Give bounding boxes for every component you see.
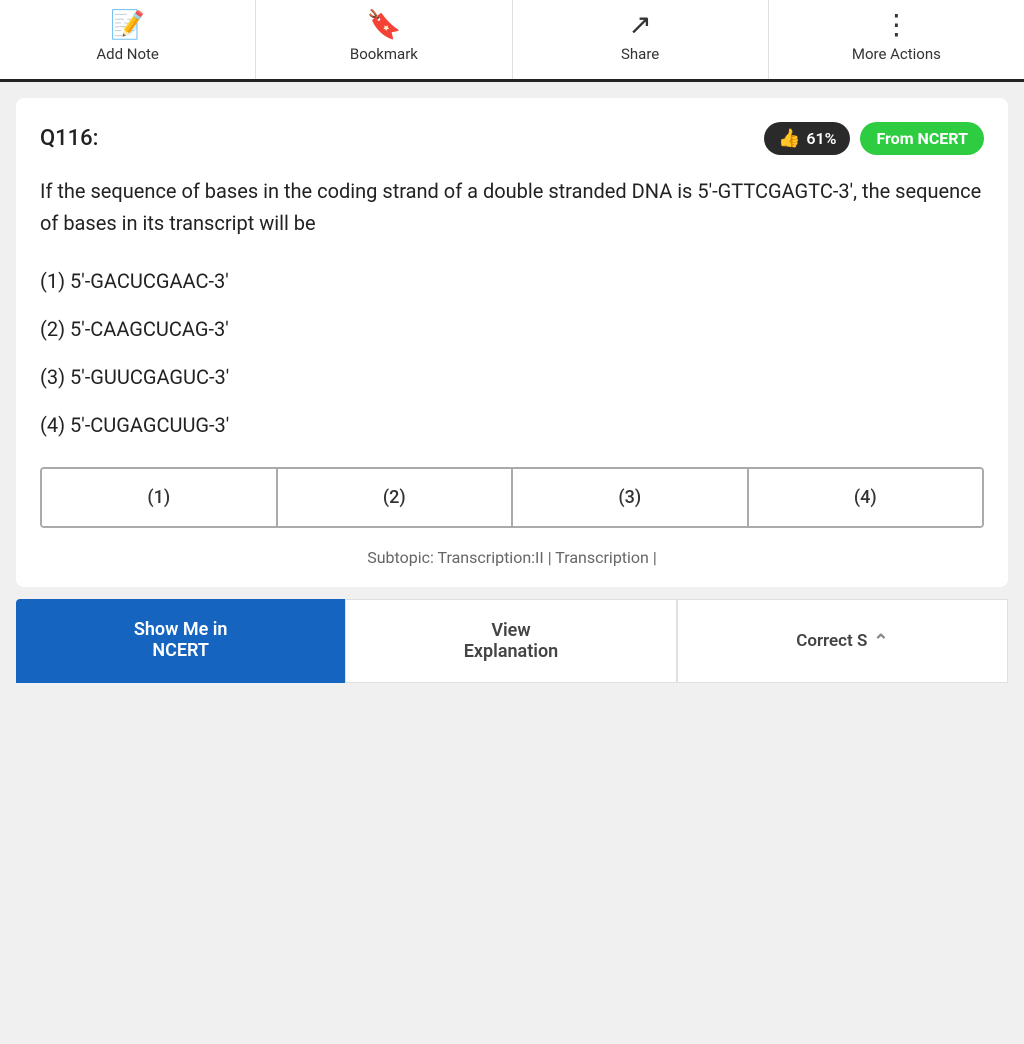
more-actions-button[interactable]: ⋮ More Actions (769, 0, 1024, 79)
like-badge: 👍 61% (764, 122, 851, 155)
like-percent: 61% (806, 129, 836, 148)
answer-btn-1[interactable]: (1) (42, 469, 278, 526)
view-explanation-label: ViewExplanation (464, 620, 558, 662)
add-note-label: Add Note (96, 45, 159, 63)
show-me-in-ncert-button[interactable]: Show Me inNCERT (16, 599, 345, 683)
main-content: Q116: 👍 61% From NCERT If the sequence o… (0, 82, 1024, 587)
more-actions-label: More Actions (852, 45, 941, 63)
ncert-badge: From NCERT (860, 122, 984, 155)
ncert-label: From NCERT (876, 129, 968, 148)
show-me-label: Show Me inNCERT (134, 619, 228, 661)
more-actions-icon: ⋮ (882, 8, 910, 41)
add-note-icon: 📝 (110, 8, 145, 41)
answer-selector: (1) (2) (3) (4) (40, 467, 984, 528)
bookmark-label: Bookmark (350, 45, 418, 63)
option-3-num: (3) (40, 365, 70, 389)
option-1-text: 5'-GACUCGAAC-3' (70, 269, 229, 293)
share-icon: ↗ (628, 8, 651, 41)
thumbs-up-icon: 👍 (778, 128, 800, 149)
option-3-text: 5'-GUUCGAGUC-3' (70, 365, 229, 389)
option-2-num: (2) (40, 317, 70, 341)
answer-btn-2[interactable]: (2) (278, 469, 514, 526)
option-1-num: (1) (40, 269, 70, 293)
option-1[interactable]: (1) 5'-GACUCGAAC-3' (40, 267, 984, 295)
view-explanation-button[interactable]: ViewExplanation (345, 599, 676, 683)
option-4-text: 5'-CUGAGCUUG-3' (70, 413, 229, 437)
share-label: Share (621, 45, 659, 63)
question-header: Q116: 👍 61% From NCERT (40, 122, 984, 155)
chevron-up-icon: ⌃ (873, 631, 888, 652)
correct-solution-button[interactable]: Correct S ⌃ (677, 599, 1008, 683)
bottom-bar: Show Me inNCERT ViewExplanation Correct … (16, 599, 1008, 683)
question-text: If the sequence of bases in the coding s… (40, 175, 984, 239)
question-number: Q116: (40, 126, 98, 151)
options-list: (1) 5'-GACUCGAAC-3' (2) 5'-CAAGCUCAG-3' … (40, 267, 984, 439)
option-4[interactable]: (4) 5'-CUGAGCUUG-3' (40, 411, 984, 439)
option-2-text: 5'-CAAGCUCAG-3' (70, 317, 229, 341)
subtopic: Subtopic: Transcription:II | Transcripti… (40, 548, 984, 567)
option-2[interactable]: (2) 5'-CAAGCUCAG-3' (40, 315, 984, 343)
answer-btn-3[interactable]: (3) (513, 469, 749, 526)
option-3[interactable]: (3) 5'-GUUCGAGUC-3' (40, 363, 984, 391)
bookmark-button[interactable]: 🔖 Bookmark (256, 0, 512, 79)
bookmark-icon: 🔖 (366, 8, 401, 41)
share-button[interactable]: ↗ Share (513, 0, 769, 79)
toolbar: 📝 Add Note 🔖 Bookmark ↗ Share ⋮ More Act… (0, 0, 1024, 82)
question-card: Q116: 👍 61% From NCERT If the sequence o… (16, 98, 1008, 587)
answer-btn-4[interactable]: (4) (749, 469, 983, 526)
add-note-button[interactable]: 📝 Add Note (0, 0, 256, 79)
badges: 👍 61% From NCERT (764, 122, 984, 155)
correct-label: Correct S (796, 631, 867, 651)
option-4-num: (4) (40, 413, 70, 437)
